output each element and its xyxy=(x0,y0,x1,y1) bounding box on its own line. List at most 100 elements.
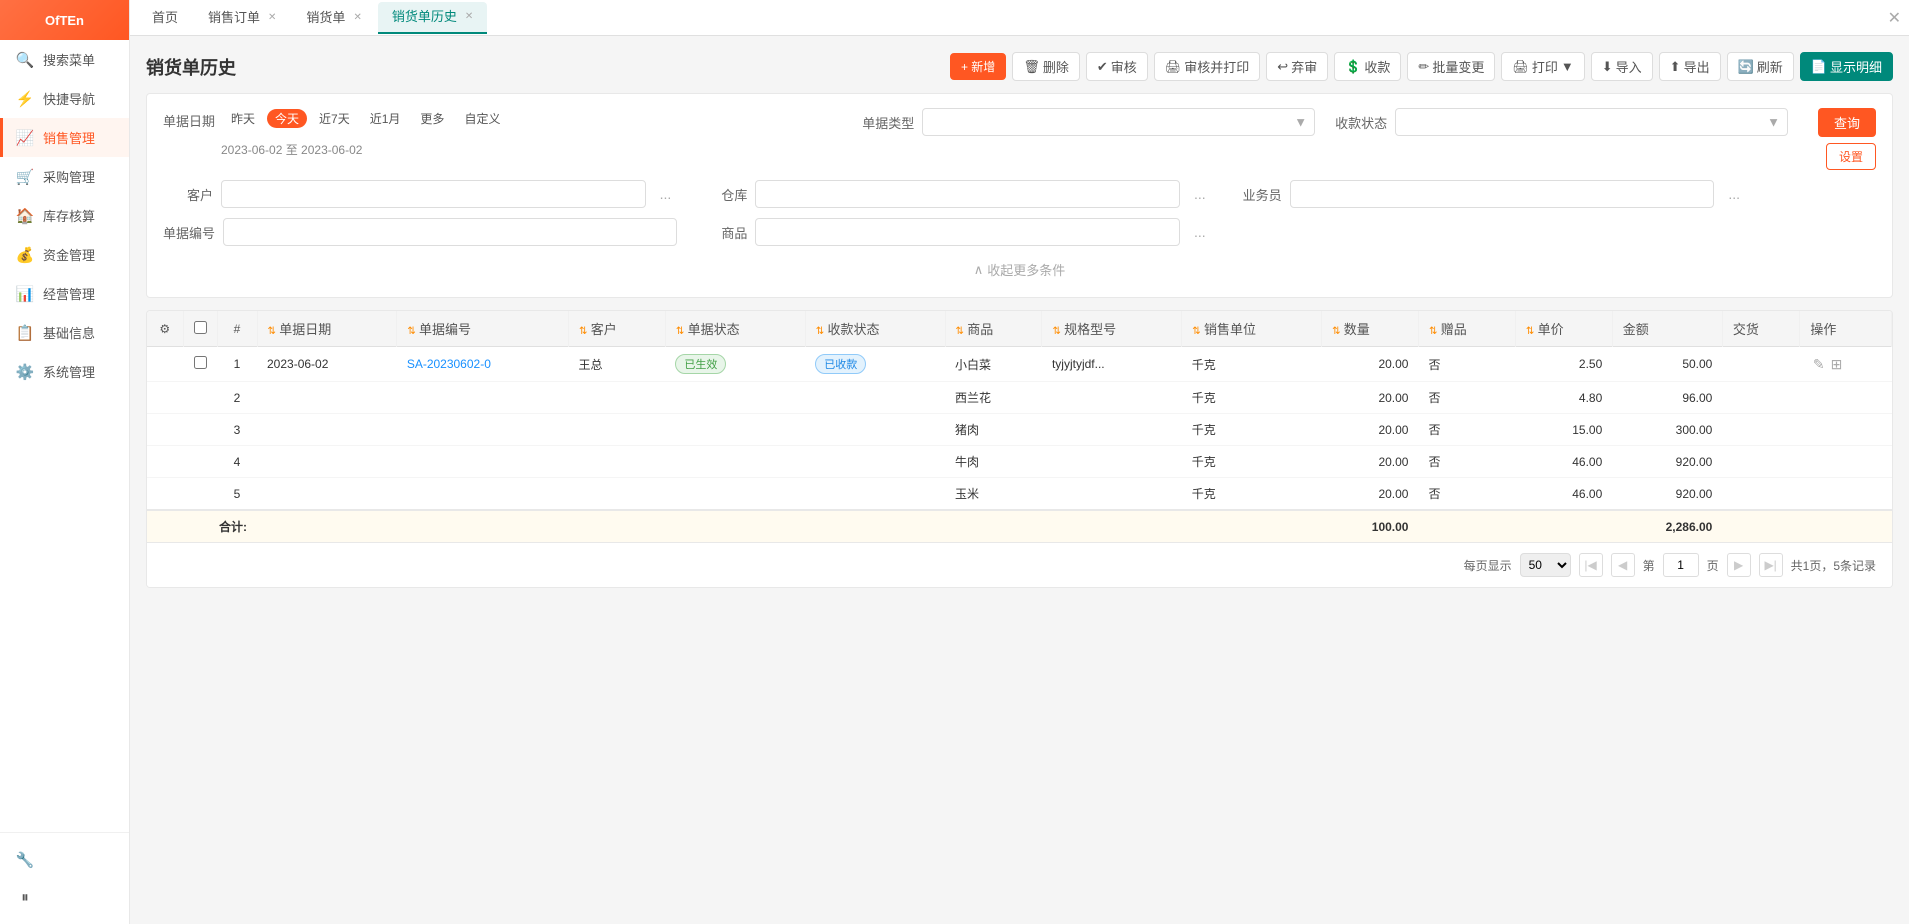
row-checkbox[interactable] xyxy=(183,414,217,446)
date-tab-1month[interactable]: 近1月 xyxy=(362,108,409,129)
collapse-more-link[interactable]: ∧ 收起更多条件 xyxy=(163,256,1876,283)
row-gear xyxy=(147,478,183,511)
prev-page-button[interactable]: ◀ xyxy=(1611,553,1635,577)
th-gift[interactable]: ⇅ 赠品 xyxy=(1418,311,1515,347)
filter-row-1: 单据日期 昨天 今天 近7天 近1月 更多 自定义 2023-06-02 至 2… xyxy=(163,108,1876,170)
sidebar-item-quick-nav[interactable]: ⚡ 快捷导航 xyxy=(0,79,129,118)
data-table: ⚙ # ⇅ 单据日期 ⇅ 单据编号 xyxy=(147,311,1892,542)
row-select-checkbox[interactable] xyxy=(194,356,207,369)
query-button[interactable]: 查询 xyxy=(1818,108,1876,137)
tab-home[interactable]: 首页 xyxy=(138,2,192,34)
sidebar-item-inventory-calc[interactable]: 🏠 库存核算 xyxy=(0,196,129,235)
th-gear[interactable]: ⚙ xyxy=(147,311,183,347)
th-date[interactable]: ⇅ 单据日期 xyxy=(257,311,397,347)
new-button[interactable]: + 新增 xyxy=(950,53,1006,80)
batch-change-button[interactable]: ✏ 批量变更 xyxy=(1407,52,1495,81)
print-button[interactable]: 🖨 打印 ▼ xyxy=(1501,52,1584,81)
print-icon: 🖨 xyxy=(1512,59,1529,75)
sidebar-item-sys-mgmt[interactable]: ⚙️ 系统管理 xyxy=(0,352,129,391)
goods-ellipsis-btn[interactable]: ... xyxy=(1188,222,1212,242)
tab-sales-delivery-history[interactable]: 销货单历史 ✕ xyxy=(378,2,487,34)
row-unit: 千克 xyxy=(1182,347,1322,382)
row-customer xyxy=(569,414,666,446)
import-button[interactable]: ⬇ 导入 xyxy=(1591,52,1653,81)
summary-total-amount: 2,286.00 xyxy=(1612,510,1722,542)
sidebar-item-search-menu[interactable]: 🔍 搜索菜单 xyxy=(0,40,129,79)
sidebar-item-sales-mgmt[interactable]: 📈 销售管理 xyxy=(0,118,129,157)
row-goods: 牛肉 xyxy=(945,446,1042,478)
last-page-button[interactable]: ▶| xyxy=(1759,553,1783,577)
sidebar-item-finance-mgmt[interactable]: 💰 资金管理 xyxy=(0,235,129,274)
next-page-button[interactable]: ▶ xyxy=(1727,553,1751,577)
export-button[interactable]: ⬆ 导出 xyxy=(1659,52,1721,81)
date-tab-7days[interactable]: 近7天 xyxy=(311,108,358,129)
sidebar-item-pause[interactable]: ⏸ xyxy=(0,879,129,916)
row-doc-no[interactable]: SA-20230602-0 xyxy=(397,347,569,382)
tab-sales-order[interactable]: 销售订单 ✕ xyxy=(194,2,290,34)
sidebar-item-label: 资金管理 xyxy=(43,245,95,264)
collect-status-select[interactable] xyxy=(1395,108,1788,136)
close-sales-order-tab[interactable]: ✕ xyxy=(268,2,276,34)
row-collect-status xyxy=(805,382,945,414)
th-customer[interactable]: ⇅ 客户 xyxy=(569,311,666,347)
th-goods[interactable]: ⇅ 商品 xyxy=(945,311,1042,347)
row-goods: 玉米 xyxy=(945,478,1042,511)
set-button[interactable]: 设置 xyxy=(1826,143,1876,170)
th-transaction: 交货 xyxy=(1722,311,1800,347)
th-doc-no[interactable]: ⇅ 单据编号 xyxy=(397,311,569,347)
spec-sort-icon: ⇅ xyxy=(1052,326,1060,337)
show-detail-button[interactable]: 📄 显示明细 xyxy=(1800,52,1893,81)
th-doc-status[interactable]: ⇅ 单据状态 xyxy=(665,311,805,347)
select-all-checkbox[interactable] xyxy=(194,321,207,334)
sidebar-item-settings[interactable]: 🔧 xyxy=(0,841,129,879)
customer-input[interactable] xyxy=(221,180,646,208)
audit-button[interactable]: ✔ 审核 xyxy=(1086,52,1148,81)
summary-transaction-spacer xyxy=(1722,510,1800,542)
date-tab-more[interactable]: 更多 xyxy=(412,108,452,129)
first-page-button[interactable]: |◀ xyxy=(1579,553,1603,577)
abandon-button[interactable]: ↩ 弃审 xyxy=(1266,52,1328,81)
warehouse-input[interactable] xyxy=(755,180,1180,208)
table-row: 2 西兰花 千克 20.00 否 4.80 96.00 xyxy=(147,382,1892,414)
row-gear xyxy=(147,414,183,446)
th-collect-status[interactable]: ⇅ 收款状态 xyxy=(805,311,945,347)
th-spec[interactable]: ⇅ 规格型号 xyxy=(1042,311,1182,347)
close-all-tabs[interactable]: ✕ xyxy=(1888,8,1901,28)
row-checkbox[interactable] xyxy=(183,478,217,511)
toolbar: + 新增 🗑 删除 ✔ 审核 🖨 审核并打印 ↩ 弃审 xyxy=(950,52,1893,81)
customer-ellipsis-btn[interactable]: ... xyxy=(654,184,678,204)
sidebar-item-purchase-mgmt[interactable]: 🛒 采购管理 xyxy=(0,157,129,196)
doc-type-select[interactable] xyxy=(922,108,1315,136)
sidebar-item-ops-mgmt[interactable]: 📊 经营管理 xyxy=(0,274,129,313)
date-tab-yesterday[interactable]: 昨天 xyxy=(223,108,263,129)
th-price[interactable]: ⇅ 单价 xyxy=(1515,311,1612,347)
date-tab-custom[interactable]: 自定义 xyxy=(456,108,508,129)
salesperson-input[interactable] xyxy=(1290,180,1715,208)
row-edit-icon[interactable]: ✎ xyxy=(1813,356,1825,372)
row-spec: tyjyjtyjdf... xyxy=(1042,347,1182,382)
th-qty[interactable]: ⇅ 数量 xyxy=(1322,311,1419,347)
th-amount: 金额 xyxy=(1612,311,1722,347)
doc-no-input[interactable] xyxy=(223,218,677,246)
page-size-select[interactable]: 50 20 100 xyxy=(1520,553,1571,577)
row-copy-icon[interactable]: ⊞ xyxy=(1831,356,1843,372)
tab-sales-delivery[interactable]: 销货单 ✕ xyxy=(292,2,375,34)
page-input[interactable] xyxy=(1663,553,1699,577)
row-checkbox[interactable] xyxy=(183,382,217,414)
goods-label: 商品 xyxy=(697,223,747,242)
delete-button[interactable]: 🗑 删除 xyxy=(1012,52,1080,81)
close-sales-delivery-tab[interactable]: ✕ xyxy=(353,2,361,34)
row-date xyxy=(257,478,397,511)
sidebar-item-basic-info[interactable]: 📋 基础信息 xyxy=(0,313,129,352)
row-checkbox[interactable] xyxy=(183,347,217,382)
th-unit[interactable]: ⇅ 销售单位 xyxy=(1182,311,1322,347)
goods-input[interactable] xyxy=(755,218,1180,246)
salesperson-ellipsis-btn[interactable]: ... xyxy=(1722,184,1746,204)
close-history-tab[interactable]: ✕ xyxy=(465,1,473,33)
refresh-button[interactable]: 🔄 刷新 xyxy=(1727,52,1794,81)
warehouse-ellipsis-btn[interactable]: ... xyxy=(1188,184,1212,204)
date-tab-today[interactable]: 今天 xyxy=(267,109,307,128)
collect-button[interactable]: 💲 收款 xyxy=(1334,52,1401,81)
row-checkbox[interactable] xyxy=(183,446,217,478)
audit-print-button[interactable]: 🖨 审核并打印 xyxy=(1154,52,1261,81)
